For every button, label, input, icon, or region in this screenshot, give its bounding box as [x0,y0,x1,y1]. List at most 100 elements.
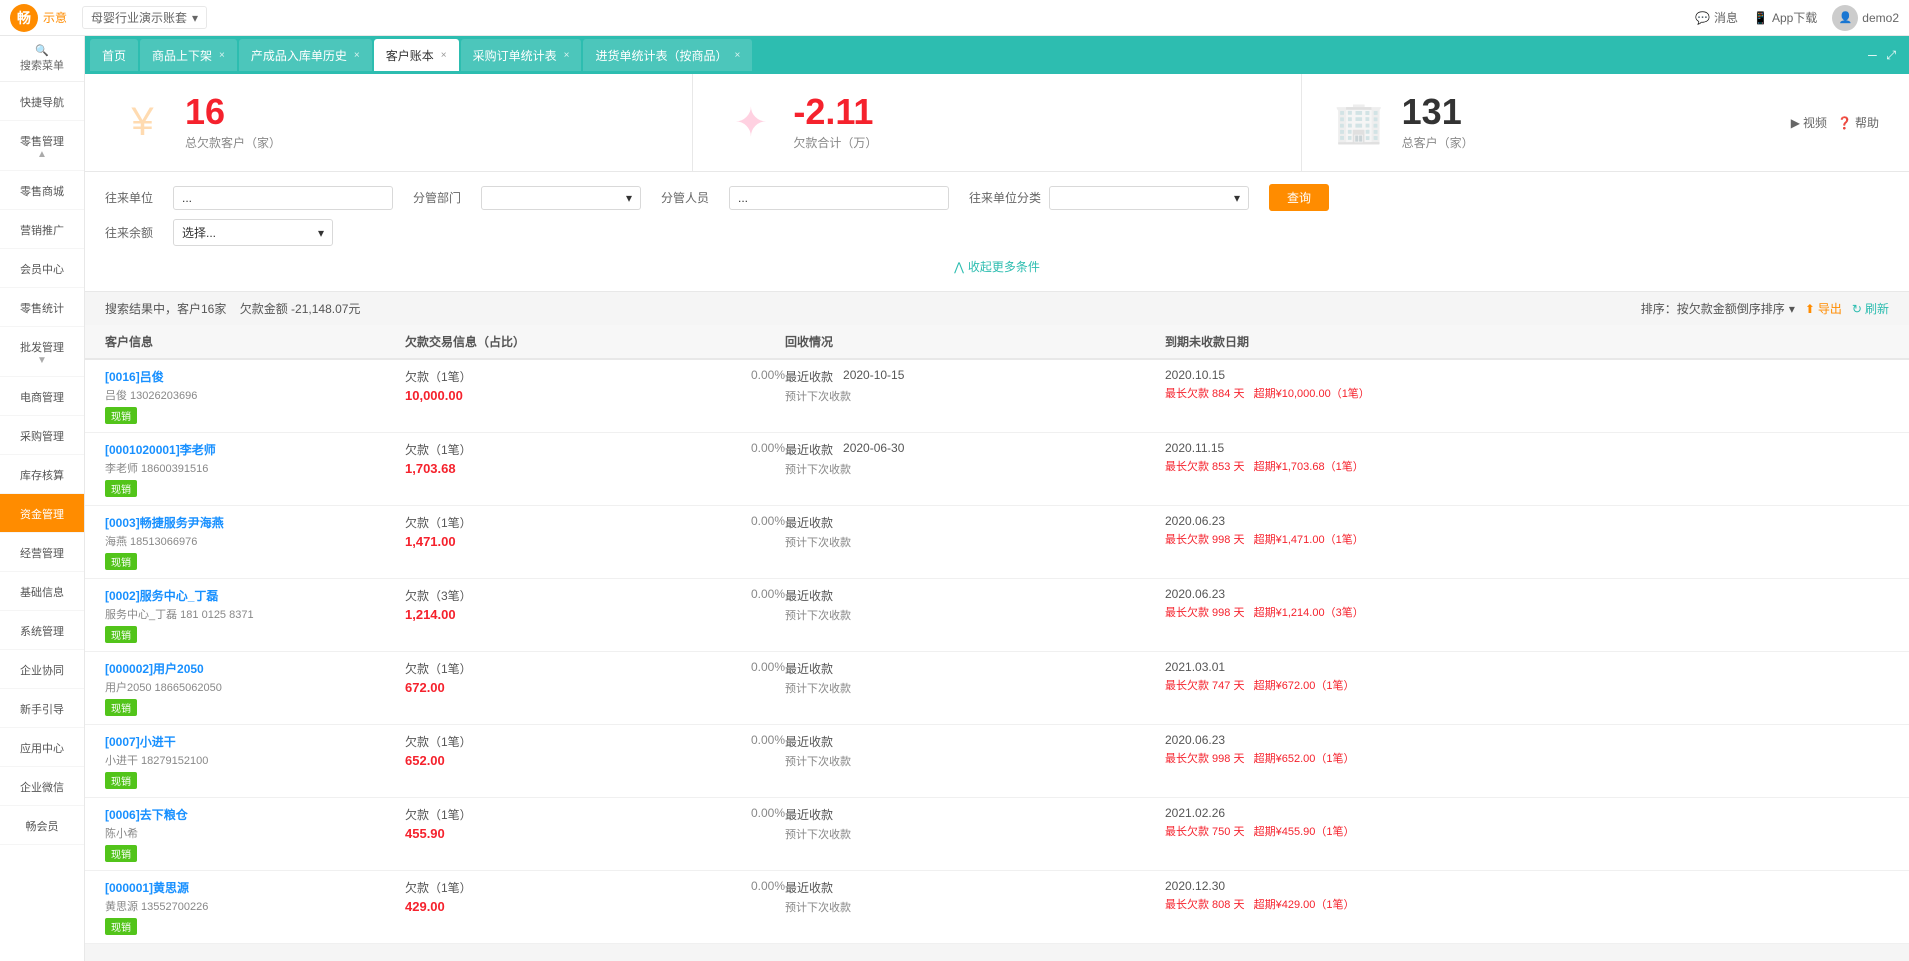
batch-manage-label: 批发管理 [5,339,79,355]
tab-import-stats[interactable]: 进货单统计表（按商品） × [583,39,752,71]
sidebar-item-marketing[interactable]: 营销推广 [0,210,84,249]
maximize-icon[interactable]: ⤢ [1886,48,1896,63]
sidebar-item-retail-mall[interactable]: 零售商城 [0,171,84,210]
overdue-date-6: 2021.02.26 [1165,806,1889,820]
dept-select[interactable]: ▾ [481,186,641,210]
tag-4: 现销 [105,699,137,716]
sidebar-item-retail-manage[interactable]: 零售管理 ▲ [0,121,84,171]
refresh-icon: ↻ [1852,302,1862,316]
message-label: 消息 [1714,9,1738,26]
debt-count-0: 欠款（1笔） [405,368,731,385]
refresh-button[interactable]: ↻ 刷新 [1852,300,1889,317]
overdue-info-4[interactable]: 最长欠款 747 天 超期¥672.00（1笔） [1165,677,1889,693]
sidebar-item-system[interactable]: 系统管理 [0,611,84,650]
sidebar-item-quick-nav[interactable]: 快捷导航 [0,82,84,121]
debt-ratio-1: 0.00% [751,441,785,455]
customer-cell-7: [000001]黄思源 黄思源 13552700226 现销 [105,879,405,935]
basic-info-label: 基础信息 [5,584,79,600]
sidebar-item-member-center[interactable]: 会员中心 [0,249,84,288]
customer-name-4[interactable]: [000002]用户2050 [105,660,405,677]
customer-name-6[interactable]: [0006]去下粮仓 [105,806,405,823]
balance-select[interactable]: 选择... ▾ [173,219,333,246]
customer-name-2[interactable]: [0003]畅捷服务尹海燕 [105,514,405,531]
customer-cell-3: [0002]服务中心_丁磊 服务中心_丁磊 181 0125 8371 现销 [105,587,405,643]
tag-3: 现销 [105,626,137,643]
overdue-info-3[interactable]: 最长欠款 998 天 超期¥1,214.00（3笔） [1165,604,1889,620]
summary-section: ¥ 16 总欠款客户（家） ✦ -2.11 欠款合计（万） [85,74,1909,172]
tab-product-history[interactable]: 产成品入库单历史 × [239,39,372,71]
manager-input[interactable]: ... [729,186,949,210]
overdue-date-3: 2020.06.23 [1165,587,1889,601]
overdue-info-6[interactable]: 最长欠款 750 天 超期¥455.90（1笔） [1165,823,1889,839]
tab-customer-account-label: 客户账本 [386,47,434,64]
latest-label-0: 最近收款 [785,368,833,385]
tab-purchase-order[interactable]: 采购订单统计表 × [461,39,582,71]
latest-label-5: 最近收款 [785,733,833,750]
customer-name-5[interactable]: [0007]小进干 [105,733,405,750]
video-button[interactable]: ▶ 视频 [1791,114,1827,131]
from-unit-placeholder: ... [182,191,192,205]
overdue-info-2[interactable]: 最长欠款 998 天 超期¥1,471.00（1笔） [1165,531,1889,547]
sidebar-item-batch-manage[interactable]: 批发管理 ▼ [0,327,84,377]
collapse-more-button[interactable]: ⋀ 收起更多条件 [105,254,1889,279]
overdue-info-7[interactable]: 最长欠款 808 天 超期¥429.00（1笔） [1165,896,1889,912]
tab-product-history-close[interactable]: × [354,50,360,61]
overdue-info-0[interactable]: 最长欠款 884 天 超期¥10,000.00（1笔） [1165,385,1889,401]
help-icon: ❓ [1837,116,1852,130]
app-download-button[interactable]: 📱 App下载 [1753,9,1817,26]
customer-name-3[interactable]: [0002]服务中心_丁磊 [105,587,405,604]
member-vip-label: 畅会员 [5,818,79,834]
tab-home[interactable]: 首页 [90,39,138,71]
sidebar-item-basic-info[interactable]: 基础信息 [0,572,84,611]
enterprise-coop-label: 企业协同 [5,662,79,678]
query-button[interactable]: 查询 [1269,184,1329,211]
customer-name-1[interactable]: [0001020001]李老师 [105,441,405,458]
debt-amount-3: 1,214.00 [405,607,731,622]
tab-product-status[interactable]: 商品上下架 × [140,39,237,71]
payment-cell-2: 最近收款 预计下次收款 [785,514,1165,550]
sidebar-item-business[interactable]: 经营管理 [0,533,84,572]
capital-label: 资金管理 [5,506,79,522]
minimize-icon[interactable]: － [1866,47,1878,64]
sidebar-item-app-center[interactable]: 应用中心 [0,728,84,767]
sidebar-item-new-guide[interactable]: 新手引导 [0,689,84,728]
from-unit-input[interactable]: ... [173,186,393,210]
debt-ratio-0: 0.00% [751,368,785,382]
customer-name-7[interactable]: [000001]黄思源 [105,879,405,896]
help-button[interactable]: ❓ 帮助 [1837,114,1879,131]
building-icon: 🏢 [1332,95,1387,150]
payment-latest-2: 最近收款 [785,514,1165,531]
customer-phone-6: 陈小希 [105,825,405,841]
tab-customer-account-close[interactable]: × [441,50,447,61]
company-selector[interactable]: 母婴行业演示账套 ▾ [82,6,207,29]
sort-selector[interactable]: 排序：按欠款金额倒序排序 ▾ [1641,300,1795,317]
debt-cell-0: 欠款（1笔） 10,000.00 0.00% [405,368,785,403]
sidebar-item-purchase-manage[interactable]: 采购管理 [0,416,84,455]
tab-product-status-close[interactable]: × [219,50,225,61]
overdue-info-1[interactable]: 最长欠款 853 天 超期¥1,703.68（1笔） [1165,458,1889,474]
sidebar-search[interactable]: 🔍 搜索菜单 [0,36,84,82]
user-menu[interactable]: 👤 demo2 [1832,5,1899,31]
summary-total-info: 131 总客户（家） [1402,94,1474,151]
unit-class-select[interactable]: ▾ [1049,186,1249,210]
debt-info-0: 欠款（1笔） 10,000.00 0.00% [405,368,785,403]
message-button[interactable]: 💬 消息 [1695,9,1738,26]
export-button[interactable]: ⬆ 导出 [1805,300,1842,317]
overdue-info-5[interactable]: 最长欠款 998 天 超期¥652.00（1笔） [1165,750,1889,766]
sidebar-item-enterprise-wx[interactable]: 企业微信 [0,767,84,806]
company-name: 母婴行业演示账套 [91,9,187,26]
customer-name-0[interactable]: [0016]吕俊 [105,368,405,385]
overdue-date-2: 2020.06.23 [1165,514,1889,528]
tab-purchase-order-close[interactable]: × [564,50,570,61]
sidebar-item-inventory[interactable]: 库存核算 [0,455,84,494]
debt-info-5: 欠款（1笔） 652.00 0.00% [405,733,785,768]
sidebar-item-retail-stats[interactable]: 零售统计 [0,288,84,327]
tab-customer-account[interactable]: 客户账本 × [374,39,459,71]
sidebar-item-member-vip[interactable]: 畅会员 [0,806,84,845]
logo[interactable]: 畅 示意 [10,4,67,32]
sidebar: 🔍 搜索菜单 快捷导航 零售管理 ▲ 零售商城 营销推广 会员中心 零售统计 [0,36,85,961]
sidebar-item-ecommerce[interactable]: 电商管理 [0,377,84,416]
tab-import-stats-close[interactable]: × [734,50,740,61]
sidebar-item-enterprise-coop[interactable]: 企业协同 [0,650,84,689]
sidebar-item-capital[interactable]: 资金管理 [0,494,84,533]
